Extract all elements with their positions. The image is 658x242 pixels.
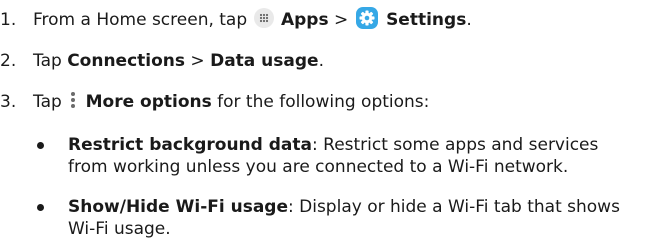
option-title: Restrict background data [68,135,312,155]
separator: > [328,10,354,30]
step-end: . [466,10,472,30]
option-colon: : [312,135,324,155]
step-lead-text: From a Home screen, tap [33,10,253,30]
settings-label: Settings [386,10,467,30]
vertical-dots-icon [69,90,77,110]
option-title: Show/Hide Wi-Fi usage [68,197,288,217]
step-lead-text: Tap [33,51,68,71]
option-text: Restrict background data: Restrict some … [68,134,653,178]
apps-label: Apps [280,10,329,30]
gear-icon [355,7,378,29]
option-description-line-1: Restrict some apps and services [323,135,599,155]
option-description-line-1: Display or hide a Wi-Fi tab that shows [299,197,620,217]
connections-label: Connections [67,51,186,71]
bullet-icon [37,204,44,211]
step-number: 1. [0,10,17,30]
step-number: 2. [0,51,17,71]
option-description-line-2: from working unless you are connected to… [68,157,569,177]
option-text: Show/Hide Wi-Fi usage: Display or hide a… [68,196,653,240]
step-text: Tap More options for the following optio… [33,91,429,113]
more-options-label: More options [85,92,212,112]
step-end: . [318,51,324,71]
step-lead-text: Tap [33,92,68,112]
data-usage-label: Data usage [210,51,319,71]
option-description-line-2: Wi-Fi usage. [68,219,171,239]
separator: > [185,51,211,71]
step-number: 3. [0,92,17,112]
bullet-icon [37,142,44,149]
apps-grid-icon [253,8,274,28]
step-text: Tap Connections > Data usage. [33,50,324,72]
step-text: From a Home screen, tap Apps > Settings. [33,7,472,31]
option-colon: : [288,197,300,217]
step-tail-text: for the following options: [211,92,430,112]
